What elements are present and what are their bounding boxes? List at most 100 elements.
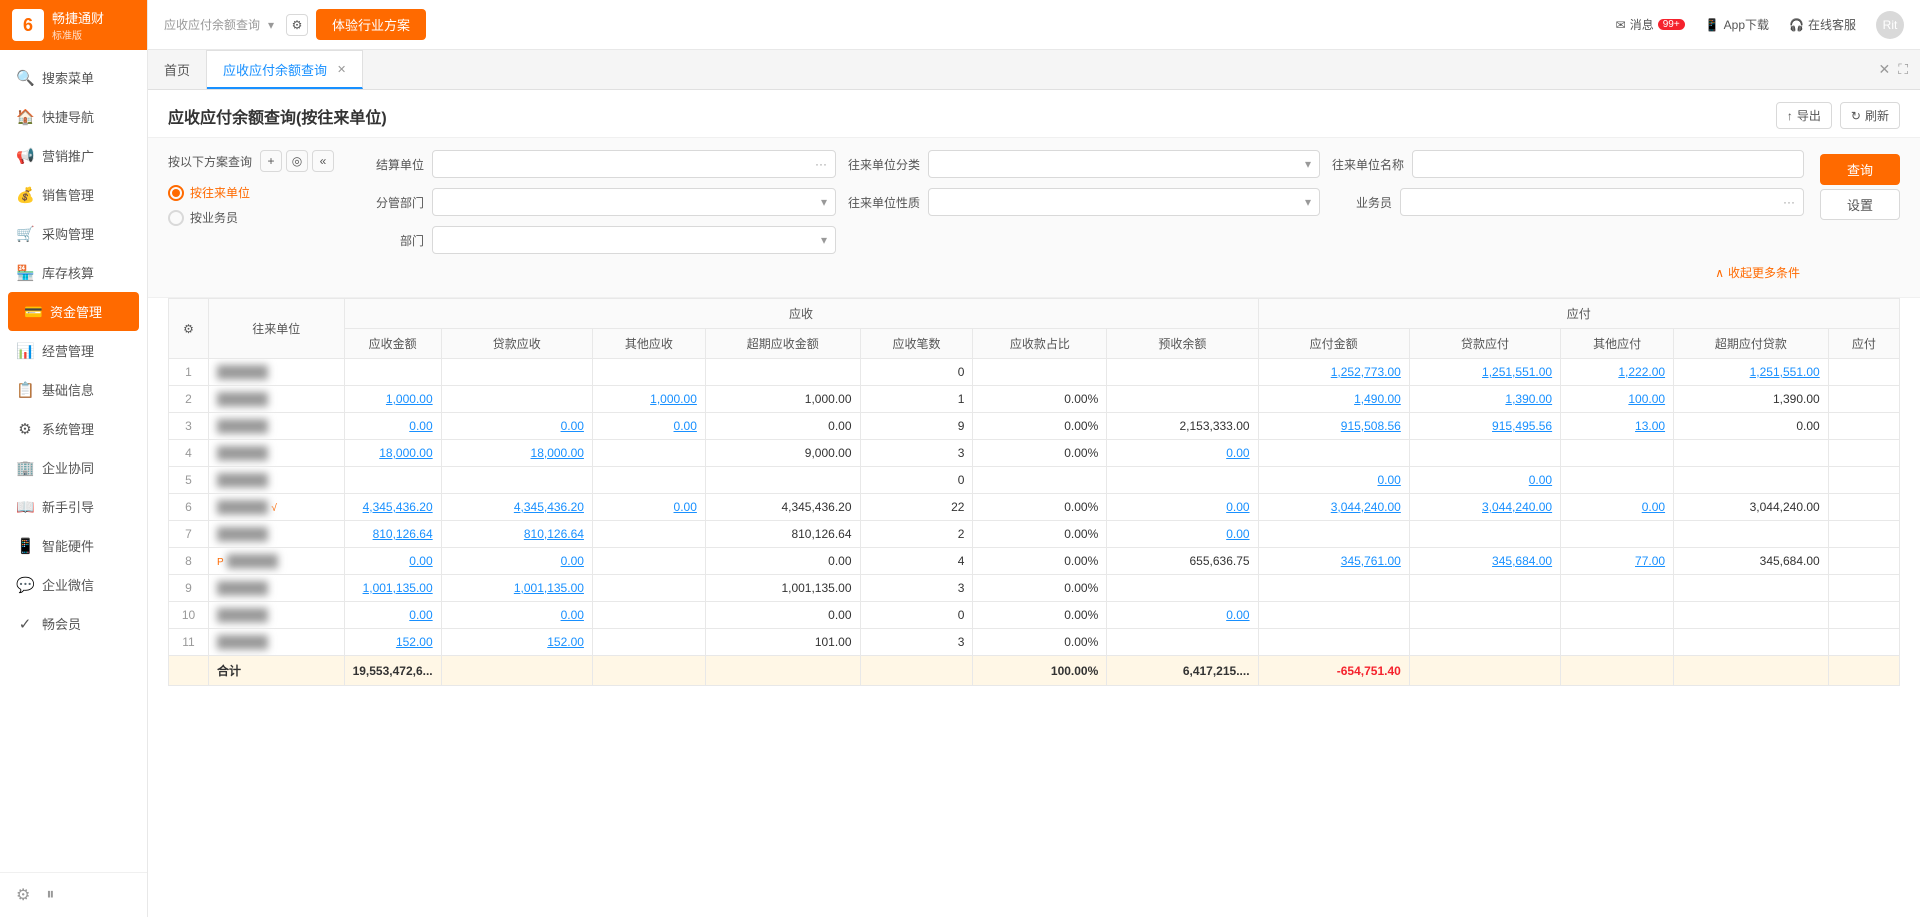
row-ap-loan[interactable]: 0.00 xyxy=(1409,467,1560,494)
sidebar-item-enterprise[interactable]: 🏢 企业协同 xyxy=(0,448,147,487)
sidebar-item-sales[interactable]: 💰 销售管理 xyxy=(0,175,147,214)
collapse-sidebar-icon[interactable]: ⏸ xyxy=(46,886,54,904)
row-ar-count: 3 xyxy=(860,440,973,467)
settings-bottom-icon[interactable]: ⚙ xyxy=(16,885,30,905)
row-ar-other xyxy=(592,602,705,629)
sidebar-bottom: ⚙ ⏸ xyxy=(0,872,147,917)
sidebar-item-wechat[interactable]: 💬 企业微信 xyxy=(0,565,147,604)
sidebar-item-inventory[interactable]: 🏪 库存核算 xyxy=(0,253,147,292)
option-by-staff[interactable]: 按业务员 xyxy=(168,209,348,226)
query-button[interactable]: 查询 xyxy=(1820,154,1900,185)
more-scheme-btn[interactable]: « xyxy=(312,150,334,172)
row-ar-loan[interactable]: 0.00 xyxy=(441,602,592,629)
row-ar-overdue: 1,000.00 xyxy=(705,386,860,413)
row-ar-other[interactable]: 0.00 xyxy=(592,494,705,521)
row-ar-amount[interactable]: 0.00 xyxy=(344,602,441,629)
tab-close-icon[interactable]: ✕ xyxy=(337,63,346,76)
row-ar-loan[interactable]: 810,126.64 xyxy=(441,521,592,548)
collapse-btn[interactable]: ∧ 收起更多条件 xyxy=(364,260,1804,285)
app-download-button[interactable]: 📱 App下载 xyxy=(1705,16,1769,33)
edit-scheme-btn[interactable]: ◎ xyxy=(286,150,308,172)
row-ar-count: 22 xyxy=(860,494,973,521)
unit-name-input[interactable] xyxy=(1412,150,1804,178)
row-ar-amount[interactable]: 1,000.00 xyxy=(344,386,441,413)
breadcrumb-area: 应收应付余额查询 ▾ ⚙ 体验行业方案 xyxy=(164,9,1604,40)
row-ar-loan[interactable]: 0.00 xyxy=(441,413,592,440)
sidebar-item-label: 基础信息 xyxy=(42,380,94,399)
row-ar-amount[interactable]: 0.00 xyxy=(344,413,441,440)
sidebar-item-capital[interactable]: 💳 资金管理 xyxy=(8,292,139,331)
tab-expand-icon[interactable]: ⛶ xyxy=(1898,61,1908,78)
row-ap-loan[interactable]: 1,251,551.00 xyxy=(1409,359,1560,386)
dept-input[interactable]: ▾ xyxy=(432,188,836,216)
row-ar-amount[interactable]: 18,000.00 xyxy=(344,440,441,467)
sidebar-item-marketing[interactable]: 📢 营销推广 xyxy=(0,136,147,175)
row-ar-prepaid[interactable]: 0.00 xyxy=(1107,494,1258,521)
row-ar-loan[interactable]: 1,001,135.00 xyxy=(441,575,592,602)
tab-close-window-icon[interactable]: ✕ xyxy=(1878,61,1890,78)
row-ar-count: 3 xyxy=(860,575,973,602)
row-ap-amount[interactable]: 0.00 xyxy=(1258,467,1409,494)
purchase-icon: 🛒 xyxy=(16,225,34,243)
messages-button[interactable]: ✉ 消息 99+ xyxy=(1616,16,1685,33)
user-avatar[interactable]: Rit xyxy=(1876,11,1904,39)
salesman-input[interactable]: ··· xyxy=(1400,188,1804,216)
sidebar-item-member[interactable]: ✓ 畅会员 xyxy=(0,604,147,643)
row-ap-loan[interactable]: 3,044,240.00 xyxy=(1409,494,1560,521)
add-scheme-btn[interactable]: + xyxy=(260,150,282,172)
row-ap-amount[interactable]: 1,490.00 xyxy=(1258,386,1409,413)
row-ar-other[interactable]: 0.00 xyxy=(592,413,705,440)
row-ap-other[interactable]: 77.00 xyxy=(1561,548,1674,575)
row-ar-prepaid[interactable]: 0.00 xyxy=(1107,602,1258,629)
settlement-unit-input[interactable]: ··· xyxy=(432,150,836,178)
row-ap-loan[interactable]: 915,495.56 xyxy=(1409,413,1560,440)
sidebar-item-guide[interactable]: 📖 新手引导 xyxy=(0,487,147,526)
sidebar-item-hardware[interactable]: 📱 智能硬件 xyxy=(0,526,147,565)
row-ar-amount[interactable]: 152.00 xyxy=(344,629,441,656)
sidebar-item-system[interactable]: ⚙ 系统管理 xyxy=(0,409,147,448)
export-button[interactable]: ↑ 导出 xyxy=(1776,102,1832,129)
sidebar-item-search-menu[interactable]: 🔍 搜索菜单 xyxy=(0,58,147,97)
header-gear-btn[interactable]: ⚙ xyxy=(286,14,308,36)
row-ar-prepaid[interactable]: 0.00 xyxy=(1107,521,1258,548)
row-ap-loan[interactable]: 1,390.00 xyxy=(1409,386,1560,413)
unit-nature-input[interactable]: ▾ xyxy=(928,188,1320,216)
row-ar-prepaid[interactable]: 0.00 xyxy=(1107,440,1258,467)
row-ap-amount[interactable]: 915,508.56 xyxy=(1258,413,1409,440)
department-input[interactable]: ▾ xyxy=(432,226,836,254)
row-ar-ratio: 0.00% xyxy=(973,575,1107,602)
sidebar-item-operation[interactable]: 📊 经营管理 xyxy=(0,331,147,370)
row-num: 2 xyxy=(169,386,209,413)
sidebar-item-purchase[interactable]: 🛒 采购管理 xyxy=(0,214,147,253)
row-ar-amount[interactable]: 1,001,135.00 xyxy=(344,575,441,602)
sidebar-item-basic-info[interactable]: 📋 基础信息 xyxy=(0,370,147,409)
row-ar-other[interactable]: 1,000.00 xyxy=(592,386,705,413)
table-settings-icon-header[interactable]: ⚙ xyxy=(169,299,209,359)
settings-button[interactable]: 设置 xyxy=(1820,189,1900,220)
row-ap-other[interactable]: 13.00 xyxy=(1561,413,1674,440)
row-ar-loan[interactable]: 152.00 xyxy=(441,629,592,656)
solution-button[interactable]: 体验行业方案 xyxy=(316,9,426,40)
row-ar-loan[interactable]: 0.00 xyxy=(441,548,592,575)
refresh-button[interactable]: ↻ 刷新 xyxy=(1840,102,1900,129)
row-ar-loan[interactable]: 4,345,436.20 xyxy=(441,494,592,521)
ar-ratio-header: 应收款占比 xyxy=(973,329,1107,359)
row-ap-amount[interactable]: 1,252,773.00 xyxy=(1258,359,1409,386)
online-service-button[interactable]: 🎧 在线客服 xyxy=(1789,16,1856,33)
row-ap-other[interactable]: 1,222.00 xyxy=(1561,359,1674,386)
row-ar-loan[interactable]: 18,000.00 xyxy=(441,440,592,467)
row-ap-amount[interactable]: 3,044,240.00 xyxy=(1258,494,1409,521)
unit-category-input[interactable]: ▾ xyxy=(928,150,1320,178)
row-ap-other[interactable]: 0.00 xyxy=(1561,494,1674,521)
option-by-unit[interactable]: 按往来单位 xyxy=(168,184,348,201)
row-ap-overdue[interactable]: 1,251,551.00 xyxy=(1674,359,1829,386)
row-ap-amount[interactable]: 345,761.00 xyxy=(1258,548,1409,575)
row-ar-amount[interactable]: 810,126.64 xyxy=(344,521,441,548)
row-ar-amount[interactable]: 0.00 xyxy=(344,548,441,575)
tab-ar-ap[interactable]: 应收应付余额查询 ✕ xyxy=(207,50,363,89)
sidebar-item-quick-nav[interactable]: 🏠 快捷导航 xyxy=(0,97,147,136)
row-ap-other[interactable]: 100.00 xyxy=(1561,386,1674,413)
row-ap-loan[interactable]: 345,684.00 xyxy=(1409,548,1560,575)
tab-home[interactable]: 首页 xyxy=(148,50,207,89)
row-ar-amount[interactable]: 4,345,436.20 xyxy=(344,494,441,521)
